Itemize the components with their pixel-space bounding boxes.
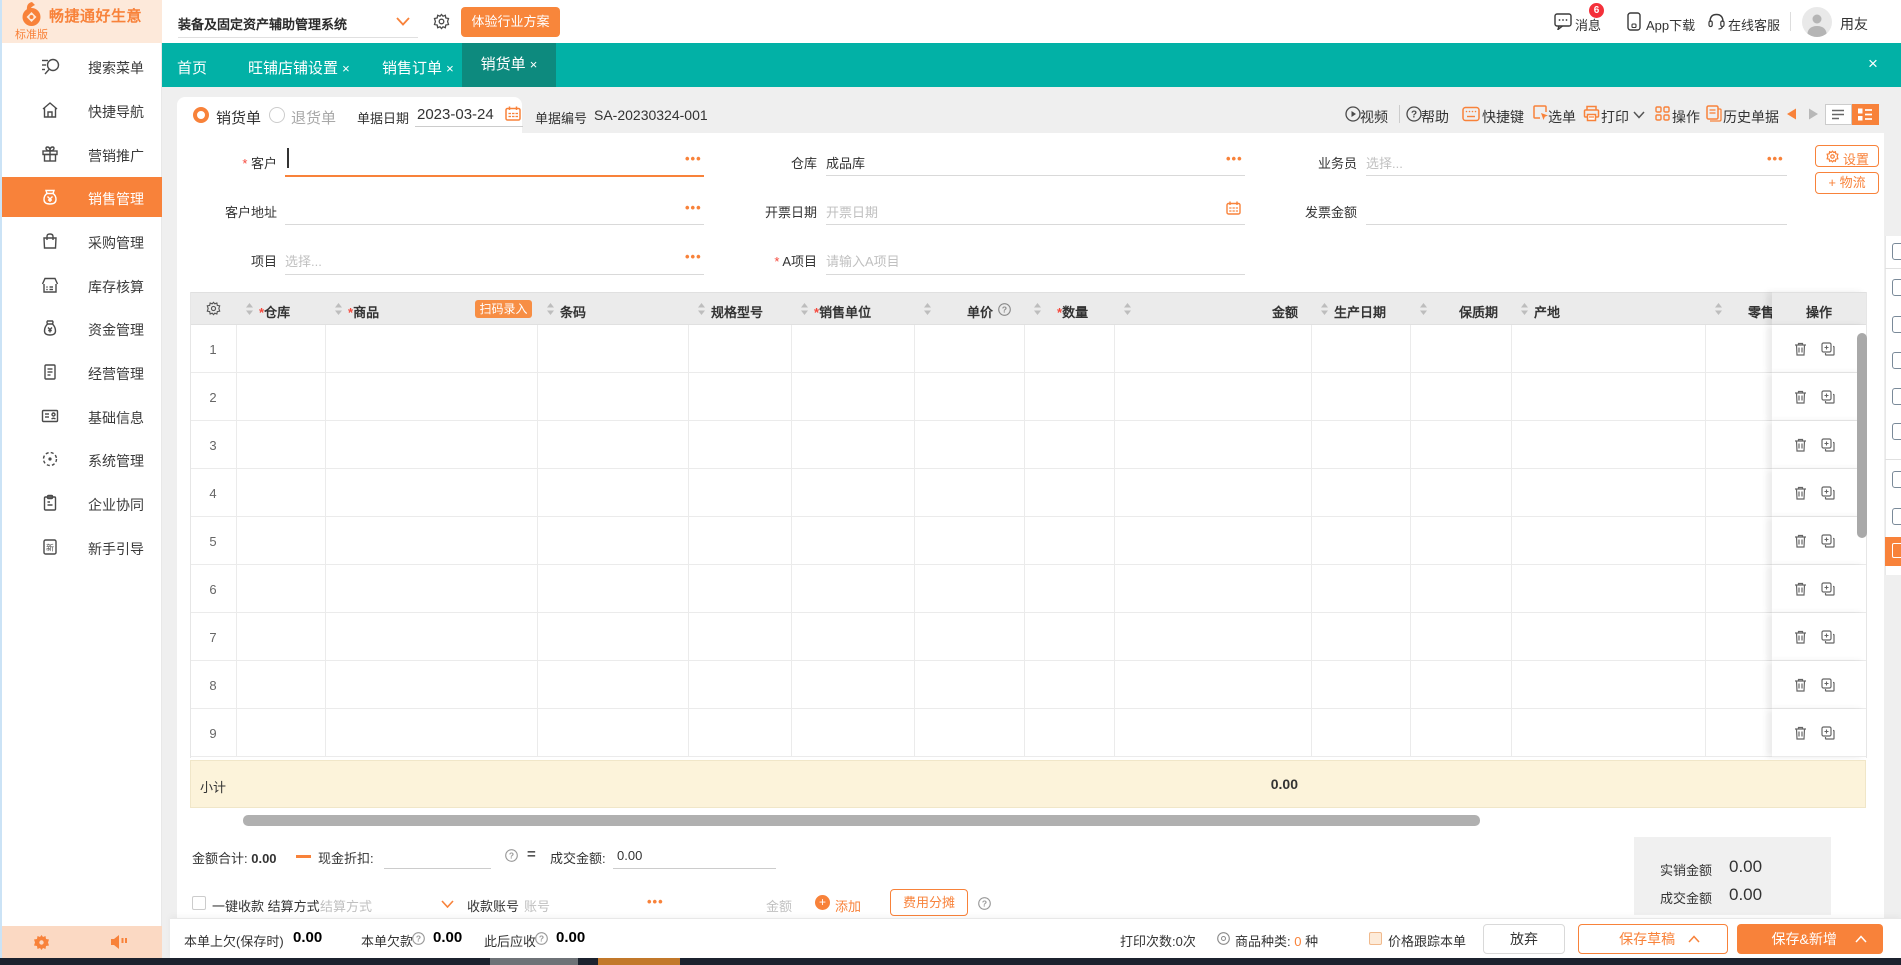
svg-text:?: ? [1002, 305, 1007, 315]
svg-text:?: ? [539, 934, 544, 944]
svg-text:?: ? [982, 899, 987, 909]
svg-text:?: ? [509, 851, 514, 861]
svg-text:?: ? [1411, 110, 1417, 121]
svg-text:?: ? [416, 934, 421, 944]
svg-text:新: 新 [46, 543, 54, 553]
